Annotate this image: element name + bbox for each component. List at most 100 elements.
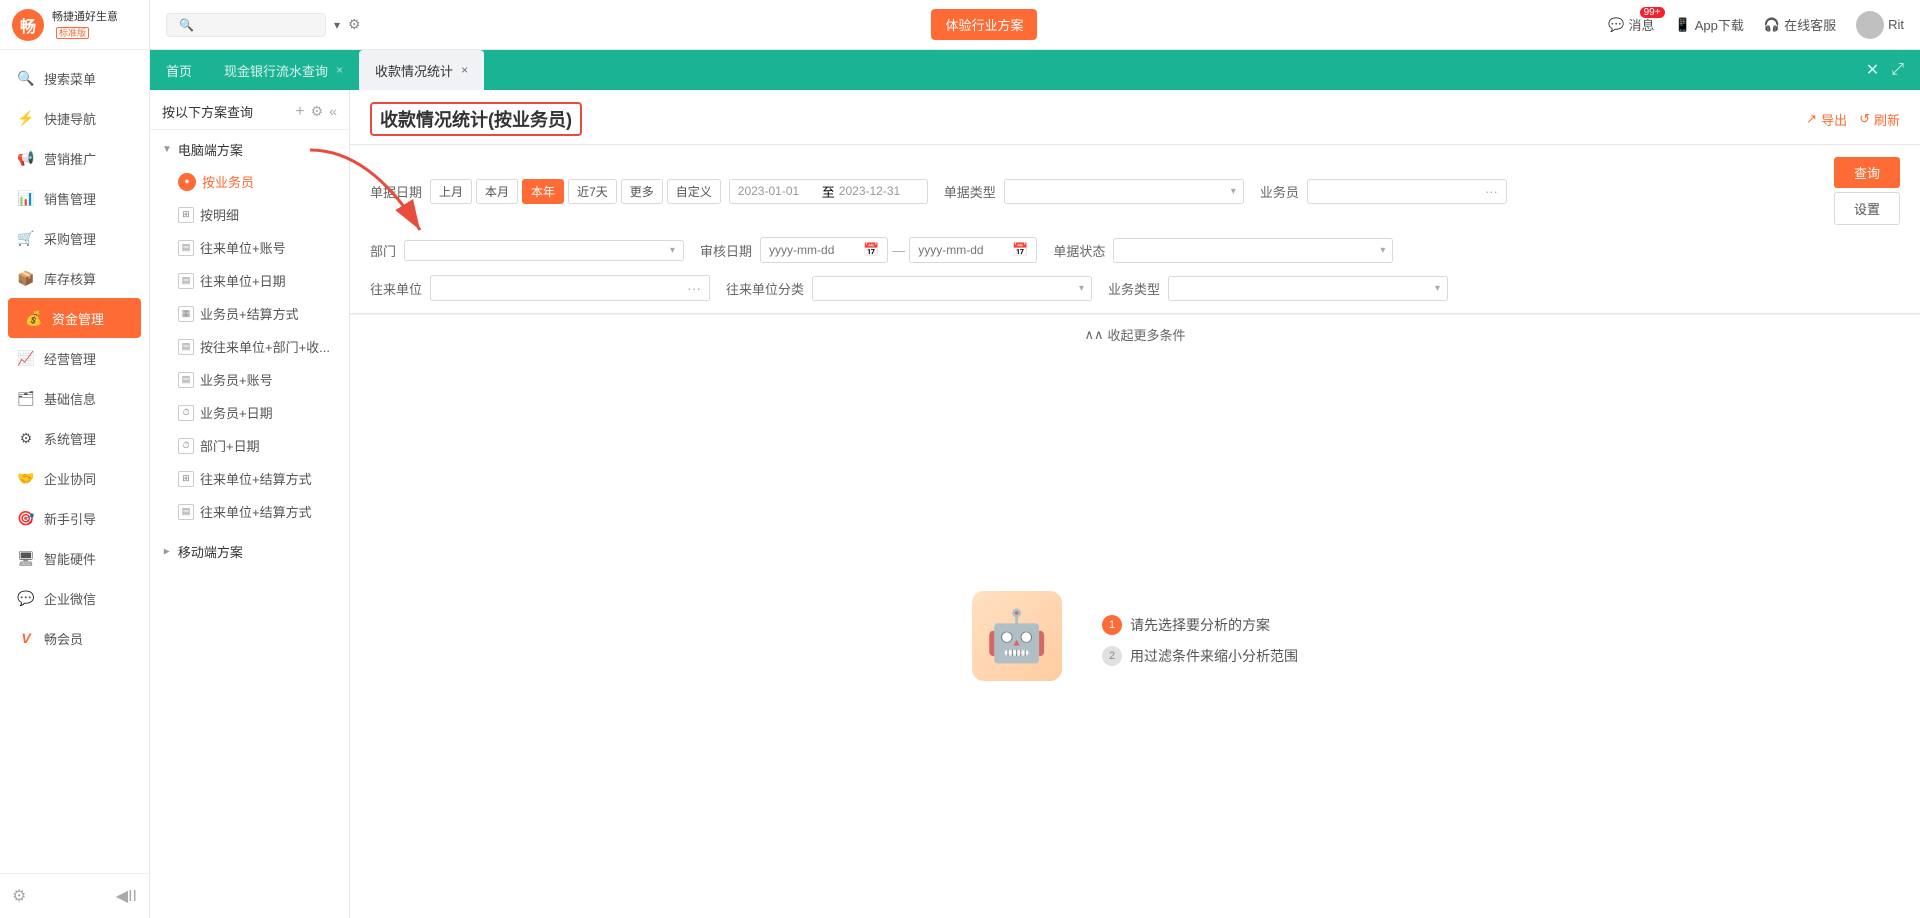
sidebar-item-marketing[interactable]: 📢 营销推广: [0, 138, 149, 178]
sidebar-item-purchase[interactable]: 🛒 采购管理: [0, 218, 149, 258]
wechat-icon: 💬: [16, 588, 36, 608]
salesperson-more-icon[interactable]: ···: [1485, 184, 1498, 199]
date-custom[interactable]: 自定义: [667, 179, 721, 204]
date-start-input[interactable]: [738, 184, 818, 198]
date-this-month[interactable]: 本月: [476, 179, 518, 204]
date-last-month[interactable]: 上月: [430, 179, 472, 204]
counterparty-input[interactable]: ···: [430, 275, 710, 301]
app-download-item[interactable]: 📱 App下载: [1675, 15, 1744, 34]
filter-salesperson-item: 业务员 ···: [1260, 179, 1507, 204]
scheme-item-detail[interactable]: ⊞ 按明细: [150, 198, 349, 231]
detail-icon: ⊞: [178, 207, 194, 223]
topbar-gear-icon[interactable]: ⚙: [348, 16, 361, 33]
salesperson-label: 业务员: [1260, 182, 1299, 201]
counterparty-category-select[interactable]: [812, 276, 1092, 301]
date-label: 单据日期: [370, 182, 422, 201]
settings-button[interactable]: 设置: [1834, 192, 1900, 225]
topbar-search-box[interactable]: 🔍: [166, 13, 326, 37]
salesperson-settlement-icon: ▦: [178, 306, 194, 322]
sidebar-item-inventory[interactable]: 📦 库存核算: [0, 258, 149, 298]
dept-input[interactable]: ▾: [404, 240, 684, 261]
sidebar-item-guide[interactable]: 🎯 新手引导: [0, 498, 149, 538]
scheme-item-dept-date[interactable]: ⏱ 部门+日期: [150, 429, 349, 462]
tab-bank-flow-close[interactable]: ×: [336, 63, 343, 77]
window-maximize-icon[interactable]: ⤢: [1891, 61, 1904, 79]
audit-date-start-input[interactable]: 📅: [760, 237, 888, 263]
scheme-group-mobile-header[interactable]: ▼ 移动端方案: [150, 536, 349, 567]
window-close-icon[interactable]: ✕: [1866, 60, 1879, 80]
counterparty-more-icon[interactable]: ···: [687, 280, 701, 296]
notification-item[interactable]: 💬 消息 99+: [1608, 15, 1654, 34]
date-last-7[interactable]: 近7天: [568, 179, 617, 204]
scheme-item-counterparty-account[interactable]: ▤ 往来单位+账号: [150, 231, 349, 264]
filter-row-3: 往来单位 ··· 往来单位分类: [370, 275, 1900, 301]
sidebar-item-wechat[interactable]: 💬 企业微信: [0, 578, 149, 618]
logo-icon: 畅: [12, 9, 44, 41]
audit-start-field[interactable]: [769, 243, 859, 257]
counterparty-account-icon: ▤: [178, 240, 194, 256]
customer-service-icon: 🎧: [1764, 17, 1780, 33]
trial-btn[interactable]: 体验行业方案: [931, 9, 1037, 40]
tabs-right-actions: ✕ ⤢: [1866, 60, 1920, 80]
user-avatar: [1856, 11, 1884, 39]
date-range-input[interactable]: 至: [729, 179, 928, 204]
user-avatar-item[interactable]: Rit: [1856, 11, 1904, 39]
customer-service-item[interactable]: 🎧 在线客服: [1764, 15, 1836, 34]
doc-status-select[interactable]: [1113, 238, 1393, 263]
topbar-dropdown-arrow[interactable]: ▾: [334, 18, 340, 32]
scheme-item-counterparty-date[interactable]: ▤ 往来单位+日期: [150, 264, 349, 297]
scheme-item-salesperson-settlement[interactable]: ▦ 业务员+结算方式: [150, 297, 349, 330]
topbar-search-icon: 🔍: [179, 18, 194, 32]
enterprise-icon: 🤝: [16, 468, 36, 488]
sidebar-item-quicknav[interactable]: ⚡ 快捷导航: [0, 98, 149, 138]
scheme-group-mobile: ▼ 移动端方案: [150, 532, 349, 571]
scheme-item-counterparty-settlement1[interactable]: ⊞ 往来单位+结算方式: [150, 462, 349, 495]
audit-end-field[interactable]: [918, 243, 1008, 257]
scheme-item-salesperson[interactable]: ⏺ 按业务员: [150, 165, 349, 198]
add-scheme-icon[interactable]: +: [295, 103, 304, 121]
salesperson-date-icon: ⏱: [178, 405, 194, 421]
doctype-label: 单据类型: [944, 182, 996, 201]
audit-date-end-input[interactable]: 📅: [909, 237, 1037, 263]
salesperson-input[interactable]: ···: [1307, 179, 1507, 204]
business-type-label: 业务类型: [1108, 279, 1160, 298]
tab-collection-stats[interactable]: 收款情况统计 ×: [359, 50, 484, 90]
date-end-input[interactable]: [839, 184, 919, 198]
sidebar-item-finance[interactable]: 💰 资金管理: [8, 298, 141, 338]
sidebar-item-hardware[interactable]: 🖥 智能硬件: [0, 538, 149, 578]
refresh-button[interactable]: ↺ 刷新: [1859, 110, 1900, 129]
sidebar-item-operation[interactable]: 📈 经营管理: [0, 338, 149, 378]
sidebar-item-basic[interactable]: 🗂 基础信息: [0, 378, 149, 418]
tab-collection-stats-close[interactable]: ×: [461, 63, 468, 77]
query-button[interactable]: 查询: [1834, 157, 1900, 188]
operation-icon: 📈: [16, 348, 36, 368]
collapse-bar[interactable]: ∧∧ 收起更多条件: [350, 314, 1920, 354]
main-area: 🔍 ▾ ⚙ 体验行业方案 💬 消息 99+ 📱 App下载 🎧 在线客服: [150, 0, 1920, 918]
sidebar-item-search[interactable]: 🔍 搜索菜单: [0, 58, 149, 98]
scheme-item-counterparty-settlement2[interactable]: ▤ 往来单位+结算方式: [150, 495, 349, 528]
scheme-group-desktop: ▼ 电脑端方案 ⏺ 按业务员 ⊞ 按明细 ▤ 往来单位+账号 ▤ 往来单位+: [150, 130, 349, 532]
sidebar-settings-icon[interactable]: ⚙: [12, 886, 26, 906]
finance-icon: 💰: [24, 308, 44, 328]
scheme-item-salesperson-date[interactable]: ⏱ 业务员+日期: [150, 396, 349, 429]
date-more[interactable]: 更多: [621, 179, 663, 204]
sidebar-collapse-icon[interactable]: ◀II: [116, 886, 137, 906]
sidebar-item-system[interactable]: ⚙ 系统管理: [0, 418, 149, 458]
sidebar-item-enterprise[interactable]: 🤝 企业协同: [0, 458, 149, 498]
date-this-year[interactable]: 本年: [522, 179, 564, 204]
export-button[interactable]: ↗ 导出: [1806, 110, 1847, 129]
scheme-item-counterparty-dept[interactable]: ▤ 按往来单位+部门+收...: [150, 330, 349, 363]
scheme-settings-icon[interactable]: ⚙: [311, 103, 324, 121]
sidebar-item-member[interactable]: V 畅会员: [0, 618, 149, 658]
scheme-group-desktop-header[interactable]: ▼ 电脑端方案: [150, 134, 349, 165]
doctype-select[interactable]: [1004, 179, 1244, 204]
business-type-select[interactable]: [1168, 276, 1448, 301]
scheme-item-salesperson-account[interactable]: ▤ 业务员+账号: [150, 363, 349, 396]
doc-status-label: 单据状态: [1053, 241, 1105, 260]
tab-bank-flow[interactable]: 现金银行流水查询 ×: [208, 50, 359, 90]
filter-row-2: 部门 ▾ 审核日期 📅 —: [370, 237, 1900, 263]
desktop-arrow-icon: ▼: [162, 144, 172, 155]
sidebar-item-sales[interactable]: 📊 销售管理: [0, 178, 149, 218]
scheme-collapse-icon[interactable]: «: [329, 103, 337, 121]
tab-home[interactable]: 首页: [150, 50, 208, 90]
